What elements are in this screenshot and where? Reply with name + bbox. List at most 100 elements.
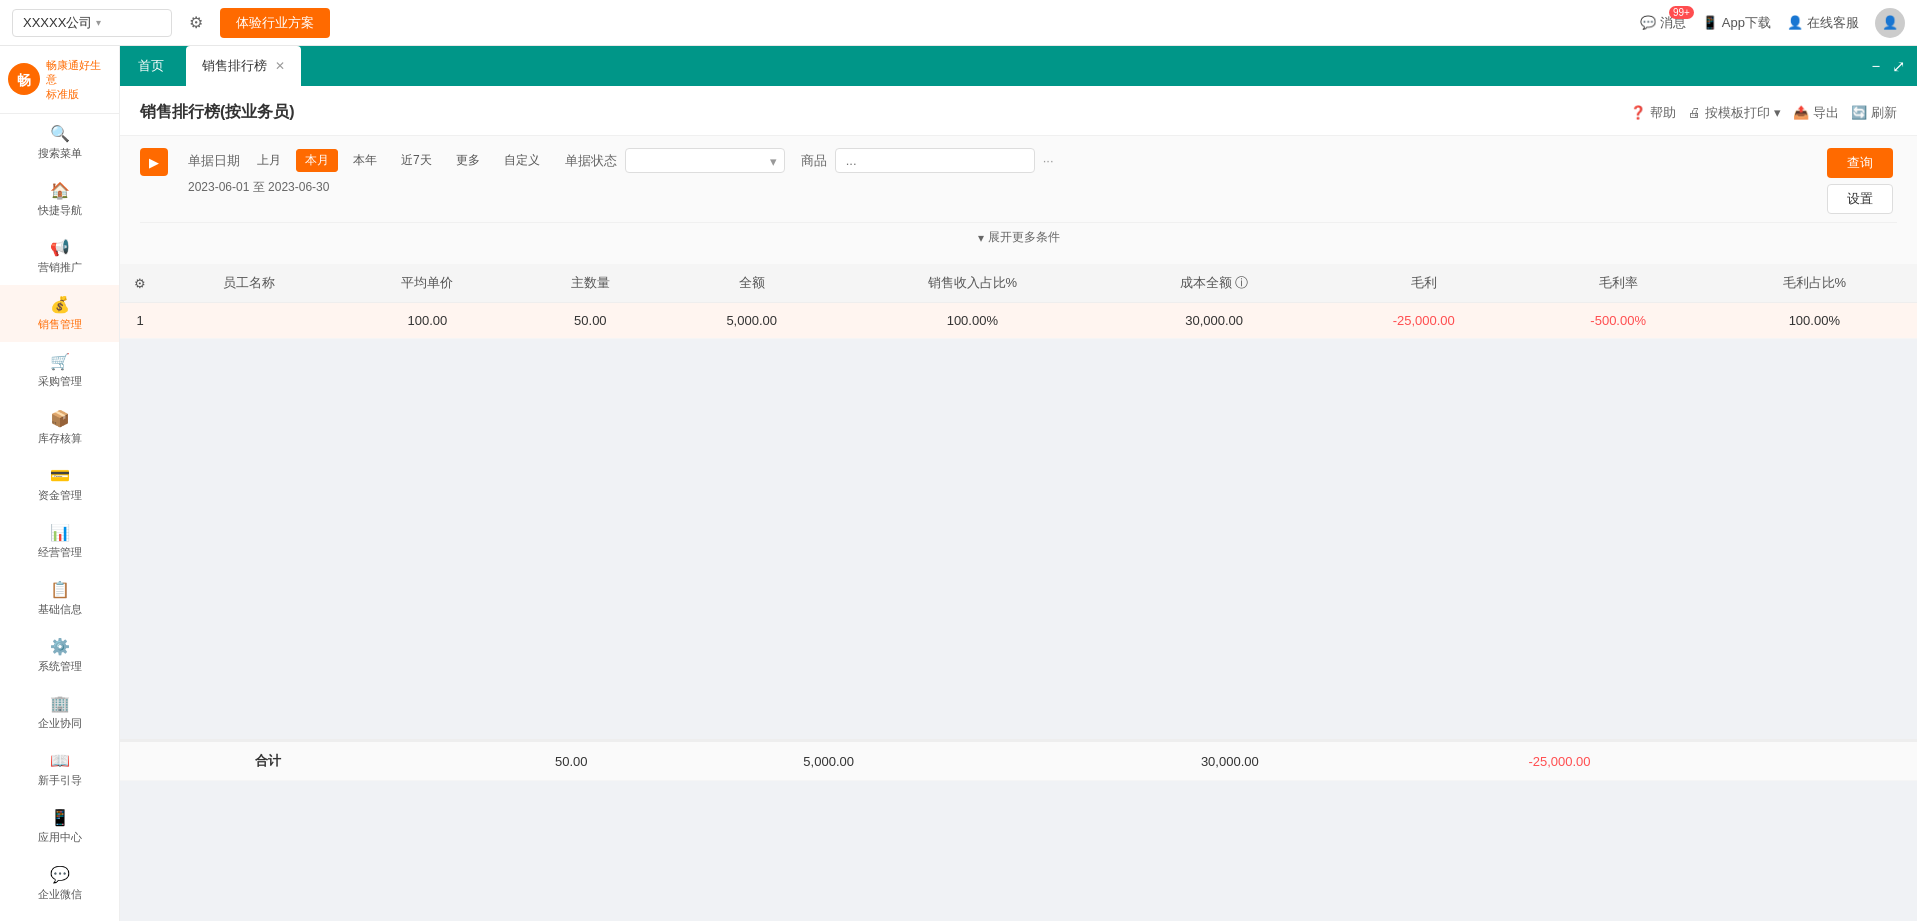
- company-selector[interactable]: XXXXX公司 ▾: [12, 9, 172, 37]
- sidebar-item-wechat[interactable]: 💬 企业微信: [0, 855, 119, 912]
- sales-rank-table: ⚙ 员工名称 平均单价 主数量 全额 销售收入占比% 成本全额 ⓘ 毛利 毛利率: [120, 264, 1917, 339]
- service-icon: 👤: [1787, 15, 1803, 30]
- sidebar-item-marketing[interactable]: 📢 营销推广: [0, 228, 119, 285]
- th-avg-price: 平均单价: [338, 264, 516, 303]
- filter-main-row: ▶ 单据日期 上月 本月 本年: [140, 148, 1897, 214]
- total-label: 合计: [170, 741, 366, 781]
- sidebar-item-operations[interactable]: 📊 经营管理: [0, 513, 119, 570]
- total-row: 合计 50.00 5,000.00 30,000.00 -25,000.00: [120, 741, 1917, 781]
- refresh-button[interactable]: 🔄 刷新: [1851, 104, 1897, 122]
- total-gross-profit: -25,000.00: [1390, 741, 1728, 781]
- sidebar-item-purchase[interactable]: 🛒 采购管理: [0, 342, 119, 399]
- sidebar-item-label: 快捷导航: [38, 203, 82, 218]
- td-gross-rate: -500.00%: [1525, 303, 1712, 339]
- date-opt-this-month[interactable]: 本月: [296, 149, 338, 172]
- expand-btn[interactable]: ▾ 展开更多条件: [978, 229, 1060, 246]
- user-avatar[interactable]: 👤: [1875, 8, 1905, 38]
- sidebar-item-search-order[interactable]: 🔍 搜索菜单: [0, 114, 119, 171]
- goods-filter-group: 商品 ···: [801, 148, 1054, 173]
- tab-actions: － ⤢: [1868, 56, 1917, 77]
- tab-label: 销售排行榜: [202, 57, 267, 75]
- expand-icon: ▾: [978, 231, 984, 245]
- export-button[interactable]: 📤 导出: [1793, 104, 1839, 122]
- enterprise-icon: 🏢: [50, 694, 70, 713]
- print-template-button[interactable]: 🖨 按模板打印 ▾: [1688, 104, 1781, 122]
- sidebar-item-guide[interactable]: 📖 新手引导: [0, 741, 119, 798]
- sidebar-item-basic-info[interactable]: 📋 基础信息: [0, 570, 119, 627]
- sidebar-item-member[interactable]: 👑 畅会员: [0, 912, 119, 921]
- main-content: 销售排行榜(按业务员) ❓ 帮助 🖨 按模板打印 ▾: [120, 86, 1917, 921]
- tab-home[interactable]: 首页: [120, 46, 182, 86]
- total-section: 合计 50.00 5,000.00 30,000.00 -25,000.00: [120, 739, 1917, 781]
- goods-input[interactable]: [835, 148, 1035, 173]
- sidebar-item-finance[interactable]: 💳 资金管理: [0, 456, 119, 513]
- sidebar-item-label: 采购管理: [38, 374, 82, 389]
- help-label: 帮助: [1650, 104, 1676, 122]
- sidebar-item-label: 企业协同: [38, 716, 82, 731]
- settings-icon-btn[interactable]: ⚙: [180, 7, 212, 39]
- trial-button[interactable]: 体验行业方案: [220, 8, 330, 38]
- message-icon: 💬: [1640, 15, 1656, 30]
- total-gross-rate: [1729, 741, 1823, 781]
- quick-nav-icon: 🏠: [50, 181, 70, 200]
- tab-maximize-btn[interactable]: ⤢: [1892, 57, 1905, 76]
- status-filter-group: 单据状态: [565, 148, 785, 173]
- guide-icon: 📖: [50, 751, 70, 770]
- date-opt-last-month[interactable]: 上月: [248, 149, 290, 172]
- sidebar-item-inventory[interactable]: 📦 库存核算: [0, 399, 119, 456]
- sidebar-item-enterprise[interactable]: 🏢 企业协同: [0, 684, 119, 741]
- date-opt-more[interactable]: 更多: [447, 149, 489, 172]
- date-range-display: 2023-06-01 至 2023-06-30: [188, 179, 1807, 196]
- table-container: ⚙ 员工名称 平均单价 主数量 全额 销售收入占比% 成本全额 ⓘ 毛利 毛利率: [120, 264, 1917, 339]
- date-opt-this-year[interactable]: 本年: [344, 149, 386, 172]
- app-download-button[interactable]: 📱 App下载: [1702, 14, 1771, 32]
- settings-button[interactable]: 设置: [1827, 184, 1893, 214]
- sidebar-item-label: 资金管理: [38, 488, 82, 503]
- message-button[interactable]: 💬 消息 99+: [1640, 14, 1686, 32]
- filter-toggle-btn[interactable]: ▶: [140, 148, 168, 176]
- table-header-row: ⚙ 员工名称 平均单价 主数量 全额 销售收入占比% 成本全额 ⓘ 毛利 毛利率: [120, 264, 1917, 303]
- tab-sales-rank[interactable]: 销售排行榜 ✕: [186, 46, 301, 86]
- export-icon: 📤: [1793, 105, 1809, 120]
- tab-close-icon[interactable]: ✕: [275, 59, 285, 73]
- sidebar-item-app-center[interactable]: 📱 应用中心: [0, 798, 119, 855]
- sidebar-item-quick-nav[interactable]: 🏠 快捷导航: [0, 171, 119, 228]
- date-opt-custom[interactable]: 自定义: [495, 149, 549, 172]
- sidebar-item-label: 经营管理: [38, 545, 82, 560]
- content-spacer: [120, 339, 1917, 739]
- company-name: XXXXX公司: [23, 14, 92, 32]
- main-area: 畅 畅康通好生意 标准版 🔍 搜索菜单 🏠 快捷导航 📢 营销推广: [0, 46, 1917, 921]
- total-settings-col: [120, 741, 170, 781]
- tab-bar: 首页 销售排行榜 ✕ － ⤢: [120, 46, 1917, 86]
- th-gross-profit: 毛利: [1323, 264, 1525, 303]
- th-sales-pct: 销售收入占比%: [839, 264, 1105, 303]
- date-options: 上月 本月 本年 近7天 更多 自定义: [248, 149, 549, 172]
- query-button[interactable]: 查询: [1827, 148, 1893, 178]
- status-filter-label: 单据状态: [565, 152, 617, 170]
- th-main-qty: 主数量: [516, 264, 664, 303]
- sidebar-item-sales[interactable]: 💰 销售管理: [0, 285, 119, 342]
- sidebar-item-system[interactable]: ⚙️ 系统管理: [0, 627, 119, 684]
- wechat-icon: 💬: [50, 865, 70, 884]
- total-cost-amount: 30,000.00: [1069, 741, 1390, 781]
- online-service-button[interactable]: 👤 在线客服: [1787, 14, 1859, 32]
- page-title: 销售排行榜(按业务员): [140, 102, 295, 123]
- sidebar-item-label: 基础信息: [38, 602, 82, 617]
- logo-icon: 畅: [8, 63, 40, 95]
- app-wrapper: XXXXX公司 ▾ ⚙ 体验行业方案 💬 消息 99+ 📱 App下载 👤 在线…: [0, 0, 1917, 921]
- tab-minimize-btn[interactable]: －: [1868, 56, 1884, 77]
- total-avg-price: [366, 741, 460, 781]
- goods-more-btn[interactable]: ···: [1043, 153, 1054, 168]
- help-button[interactable]: ❓ 帮助: [1630, 104, 1676, 122]
- page-container: 销售排行榜(按业务员) ❓ 帮助 🖨 按模板打印 ▾: [120, 86, 1917, 339]
- filter-row-main: 单据日期 上月 本月 本年 近7天 更多 自定义: [188, 148, 1807, 173]
- total-amount: 5,000.00: [682, 741, 975, 781]
- status-select[interactable]: [625, 148, 785, 173]
- td-sales-pct: 100.00%: [839, 303, 1105, 339]
- app-download-label: App下载: [1722, 14, 1771, 32]
- system-icon: ⚙️: [50, 637, 70, 656]
- td-rank: 1: [120, 303, 160, 339]
- total-table: 合计 50.00 5,000.00 30,000.00 -25,000.00: [120, 740, 1917, 781]
- date-opt-7days[interactable]: 近7天: [392, 149, 441, 172]
- svg-text:畅: 畅: [17, 72, 31, 88]
